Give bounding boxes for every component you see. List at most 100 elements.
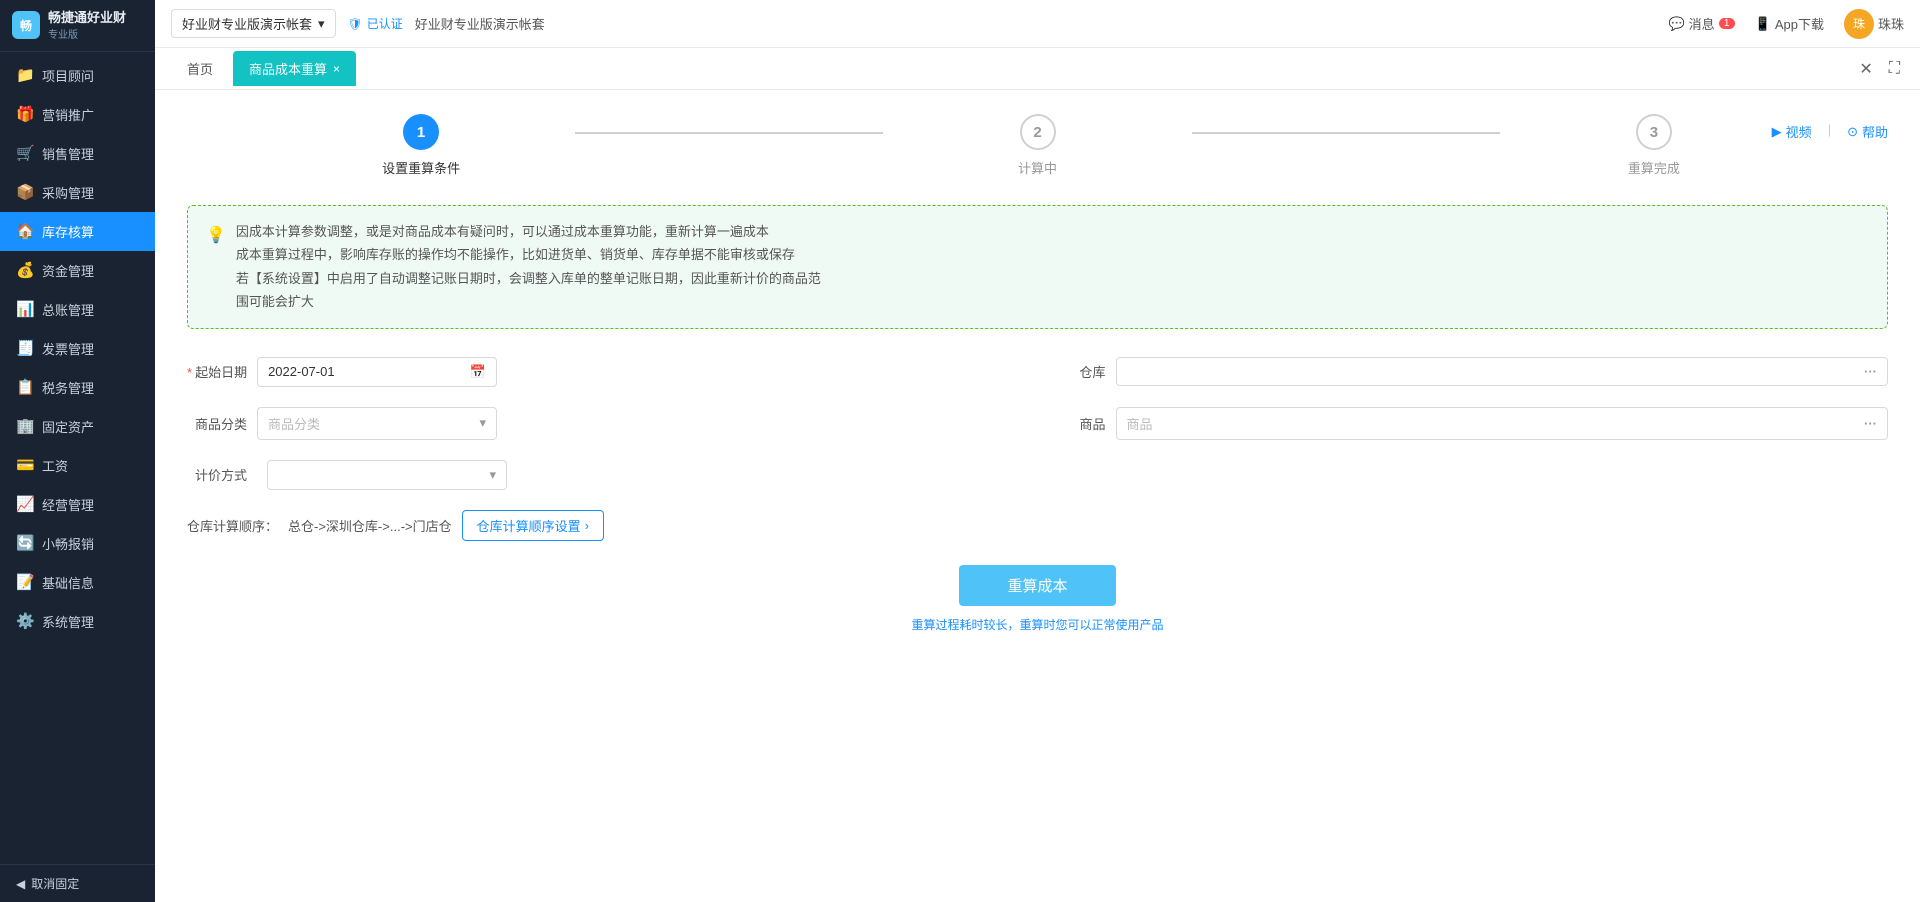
marketing-label: 营销推广 [42, 105, 94, 124]
salary-label: 工资 [42, 456, 68, 475]
tabbar: 首页 商品成本重算 × ✕ ⛶ [155, 48, 1920, 90]
warehouse-field: 仓库 ··· [1046, 357, 1889, 386]
app-download-label: App下载 [1775, 14, 1824, 33]
system-icon: ⚙️ [16, 612, 34, 630]
project-icon: 📁 [16, 66, 34, 84]
product-input[interactable]: 商品 ··· [1116, 407, 1889, 440]
expense-label: 小畅报销 [42, 534, 94, 553]
message-icon: 💬 [1668, 16, 1684, 32]
product-label: 商品 [1046, 414, 1106, 433]
info-icon: 💡 [206, 222, 226, 314]
sidebar-item-system[interactable]: ⚙️ 系统管理 [0, 602, 155, 641]
sidebar-item-finance[interactable]: 💰 资金管理 [0, 251, 155, 290]
pricing-field: 计价方式 ▾ [187, 460, 507, 490]
warehouse-more-icon: ··· [1864, 364, 1877, 379]
step-2-circle: 2 [1020, 114, 1056, 150]
warehouse-input[interactable]: ··· [1116, 357, 1889, 386]
sidebar-item-operation[interactable]: 📈 经营管理 [0, 485, 155, 524]
sidebar-item-basic[interactable]: 📝 基础信息 [0, 563, 155, 602]
sidebar-footer-unpin[interactable]: ◀ 取消固定 [0, 864, 155, 902]
tab-close-icon[interactable]: × [333, 62, 340, 76]
help-action[interactable]: ⊙ 帮助 [1847, 122, 1888, 141]
step-3: 3 重算完成 [1500, 114, 1808, 177]
purchase-label: 采购管理 [42, 183, 94, 202]
topbar-right: 💬 消息 1 📱 App下载 珠 珠珠 [1668, 9, 1904, 39]
step-1: 1 设置重算条件 [267, 114, 575, 177]
recalc-button[interactable]: 重算成本 [959, 565, 1115, 606]
help-label: 帮助 [1862, 122, 1888, 141]
message-badge: 1 [1719, 18, 1735, 29]
sidebar-item-project[interactable]: 📁 项目顾问 [0, 56, 155, 95]
finance-icon: 💰 [16, 261, 34, 279]
category-input[interactable]: 商品分类 ▾ [257, 407, 497, 440]
form-row-3: 计价方式 ▾ [187, 460, 1888, 490]
step-1-circle: 1 [403, 114, 439, 150]
info-text: 因成本计算参数调整，或是对商品成本有疑问时，可以通过成本重算功能，重新计算一遍成… [236, 220, 821, 314]
accounting-icon: 📊 [16, 300, 34, 318]
sidebar-item-assets[interactable]: 🏢 固定资产 [0, 407, 155, 446]
recalc-btn-label: 重算成本 [1007, 578, 1067, 595]
phone-icon: 📱 [1755, 16, 1771, 32]
tax-icon: 📋 [16, 378, 34, 396]
basic-label: 基础信息 [42, 573, 94, 592]
sidebar-item-salary[interactable]: 💳 工资 [0, 446, 155, 485]
product-more-icon: ··· [1864, 416, 1877, 431]
salary-icon: 💳 [16, 456, 34, 474]
assets-label: 固定资产 [42, 417, 94, 436]
assets-icon: 🏢 [16, 417, 34, 435]
form-row-1: *起始日期 2022-07-01 📅 仓库 ··· [187, 357, 1888, 387]
tab-product-cost[interactable]: 商品成本重算 × [233, 51, 356, 86]
category-dropdown-icon: ▾ [479, 415, 486, 431]
warehouse-order-btn-label: 仓库计算顺序设置 [477, 516, 581, 535]
close-window-button[interactable]: ✕ [1855, 55, 1876, 83]
inventory-label: 库存核算 [42, 222, 94, 241]
sidebar-item-sales[interactable]: 🛒 销售管理 [0, 134, 155, 173]
account-select[interactable]: 好业财专业版演示帐套 ▾ [171, 9, 336, 38]
app-download-action[interactable]: 📱 App下载 [1755, 14, 1824, 33]
sidebar-item-expense[interactable]: 🔄 小畅报销 [0, 524, 155, 563]
operation-label: 经营管理 [42, 495, 94, 514]
sidebar-item-tax[interactable]: 📋 税务管理 [0, 368, 155, 407]
video-action[interactable]: ▶ 视频 [1772, 122, 1812, 141]
start-date-input[interactable]: 2022-07-01 📅 [257, 357, 497, 387]
message-action[interactable]: 💬 消息 1 [1668, 14, 1734, 33]
info-line1: 因成本计算参数调整，或是对商品成本有疑问时，可以通过成本重算功能，重新计算一遍成… [236, 220, 821, 243]
product-placeholder: 商品 [1127, 414, 1153, 433]
sidebar-item-accounting[interactable]: 📊 总账管理 [0, 290, 155, 329]
product-field: 商品 商品 ··· [1046, 407, 1889, 440]
sidebar-nav: 📁 项目顾问 🎁 营销推广 🛒 销售管理 📦 采购管理 🏠 库存核算 💰 资金管… [0, 52, 155, 864]
category-placeholder: 商品分类 [268, 414, 320, 433]
account-name: 好业财专业版演示帐套 [415, 14, 545, 33]
warehouse-order-btn[interactable]: 仓库计算顺序设置 › [462, 510, 604, 541]
user-name: 珠珠 [1878, 14, 1904, 33]
sales-label: 销售管理 [42, 144, 94, 163]
step-1-label: 设置重算条件 [382, 158, 460, 177]
tab-home[interactable]: 首页 [171, 51, 229, 86]
project-label: 项目顾问 [42, 66, 94, 85]
sidebar-item-invoice[interactable]: 🧾 发票管理 [0, 329, 155, 368]
expand-window-button[interactable]: ⛶ [1885, 55, 1904, 83]
required-star: * [187, 365, 192, 380]
sidebar-item-inventory[interactable]: 🏠 库存核算 [0, 212, 155, 251]
sidebar-item-purchase[interactable]: 📦 采购管理 [0, 173, 155, 212]
main-area: 好业财专业版演示帐套 ▾ 🛡 已认证 好业财专业版演示帐套 💬 消息 1 📱 A… [155, 0, 1920, 902]
avatar: 珠 [1844, 9, 1874, 39]
invoice-icon: 🧾 [16, 339, 34, 357]
user-profile[interactable]: 珠 珠珠 [1844, 9, 1904, 39]
sidebar-item-marketing[interactable]: 🎁 营销推广 [0, 95, 155, 134]
step-3-label: 重算完成 [1628, 158, 1680, 177]
pricing-dropdown-icon: ▾ [489, 467, 496, 483]
tax-label: 税务管理 [42, 378, 94, 397]
purchase-icon: 📦 [16, 183, 34, 201]
start-date-field: *起始日期 2022-07-01 📅 [187, 357, 1030, 387]
accounting-label: 总账管理 [42, 300, 94, 319]
recalc-hint: 重算过程耗时较长，重算时您可以正常使用产品 [911, 616, 1163, 633]
unpin-icon: ◀ [16, 877, 25, 891]
pricing-label: 计价方式 [187, 465, 247, 484]
topbar: 好业财专业版演示帐套 ▾ 🛡 已认证 好业财专业版演示帐套 💬 消息 1 📱 A… [155, 0, 1920, 48]
verified-badge: 🛡 已认证 [348, 15, 403, 32]
pricing-input[interactable]: ▾ [267, 460, 507, 490]
warehouse-order-chevron-icon: › [585, 518, 589, 533]
warehouse-order-row: 仓库计算顺序： 总仓->深圳仓库->...->门店仓 仓库计算顺序设置 › [187, 510, 1888, 541]
verified-label: 已认证 [367, 15, 403, 32]
